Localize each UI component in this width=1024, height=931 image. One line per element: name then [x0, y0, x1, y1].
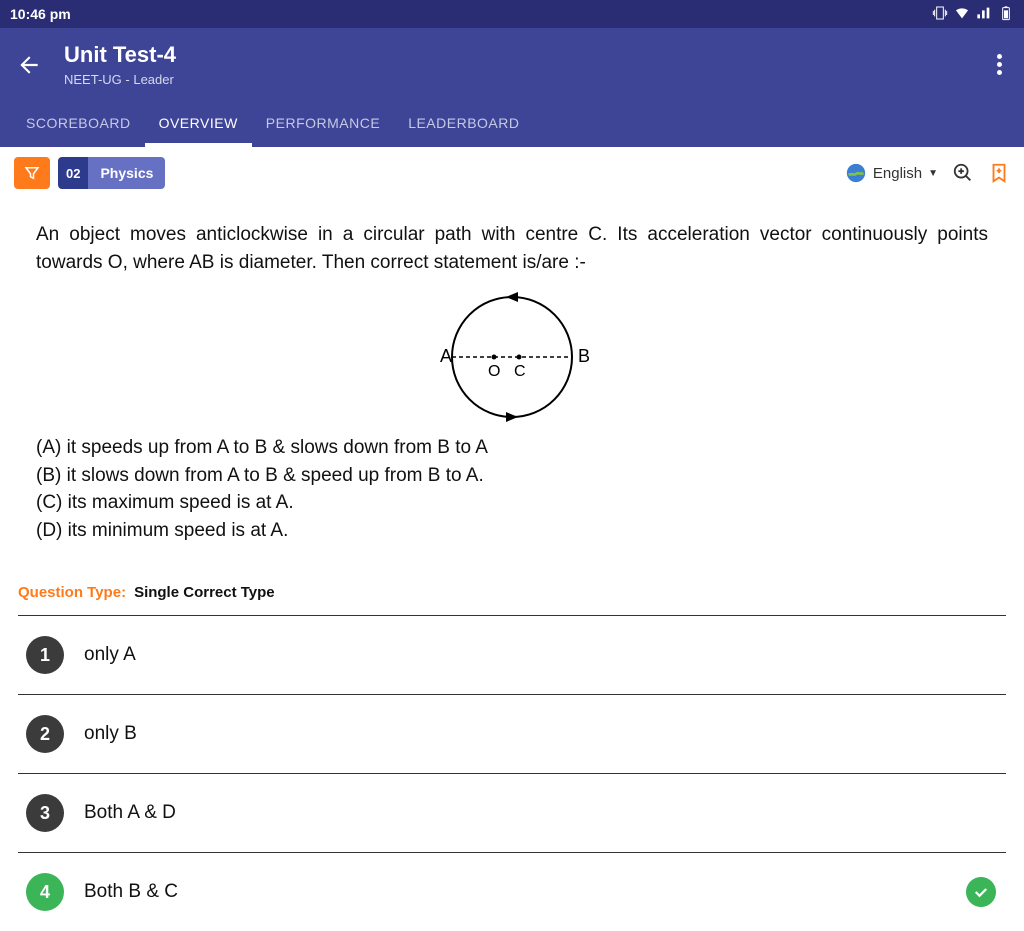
- statement-b: (B) it slows down from A to B & speed up…: [36, 462, 988, 490]
- status-icons: [932, 5, 1014, 24]
- option-4[interactable]: 4 Both B & C: [18, 852, 1006, 931]
- bookmark-button[interactable]: [988, 162, 1010, 184]
- option-text: only A: [84, 644, 136, 666]
- page-subtitle: NEET-UG - Leader: [64, 72, 176, 87]
- option-number: 4: [26, 873, 64, 911]
- options-list: 1 only A 2 only B 3 Both A & D 4 Both B …: [0, 615, 1024, 931]
- option-text: Both B & C: [84, 881, 178, 903]
- option-3[interactable]: 3 Both A & D: [18, 773, 1006, 852]
- tab-leaderboard[interactable]: LEADERBOARD: [394, 115, 533, 147]
- option-1[interactable]: 1 only A: [18, 615, 1006, 694]
- signal-icon: [976, 5, 992, 24]
- question-toolbar: 02 Physics English ▼: [0, 147, 1024, 199]
- app-bar: Unit Test-4 NEET-UG - Leader: [0, 28, 1024, 97]
- chevron-down-icon: ▼: [928, 168, 938, 179]
- question-text: An object moves anticlockwise in a circu…: [36, 221, 988, 276]
- subject-chip[interactable]: 02 Physics: [58, 157, 165, 189]
- statement-a: (A) it speeds up from A to B & slows dow…: [36, 434, 988, 462]
- question-number: 02: [58, 157, 88, 189]
- battery-icon: [998, 5, 1014, 24]
- question-type-value: Single Correct Type: [134, 584, 275, 601]
- zoom-in-button[interactable]: [952, 162, 974, 184]
- option-number: 3: [26, 794, 64, 832]
- language-label: English: [873, 165, 922, 182]
- statement-list: (A) it speeds up from A to B & slows dow…: [36, 434, 988, 544]
- option-text: Both A & D: [84, 802, 176, 824]
- back-button[interactable]: [16, 52, 42, 78]
- language-select[interactable]: English ▼: [845, 162, 938, 184]
- vibrate-icon: [932, 5, 948, 24]
- diagram-label-b: B: [578, 346, 590, 366]
- status-time: 10:46 pm: [10, 6, 71, 22]
- tab-scoreboard[interactable]: SCOREBOARD: [12, 115, 145, 147]
- question-type-row: Question Type: Single Correct Type: [18, 576, 1006, 615]
- option-number: 1: [26, 636, 64, 674]
- statement-c: (C) its maximum speed is at A.: [36, 489, 988, 517]
- diagram-label-c: C: [514, 363, 526, 380]
- option-2[interactable]: 2 only B: [18, 694, 1006, 773]
- question-card: An object moves anticlockwise in a circu…: [0, 199, 1024, 566]
- diagram-label-a: A: [440, 346, 452, 366]
- subject-label: Physics: [88, 157, 165, 189]
- question-type-label: Question Type:: [18, 584, 126, 601]
- filter-button[interactable]: [14, 157, 50, 189]
- correct-check-icon: [966, 877, 996, 907]
- wifi-icon: [954, 5, 970, 24]
- tab-bar: SCOREBOARD OVERVIEW PERFORMANCE LEADERBO…: [0, 97, 1024, 147]
- tab-performance[interactable]: PERFORMANCE: [252, 115, 394, 147]
- globe-icon: [845, 162, 867, 184]
- option-text: only B: [84, 723, 137, 745]
- question-diagram: A B O C: [36, 282, 988, 432]
- option-number: 2: [26, 715, 64, 753]
- diagram-label-o: O: [488, 363, 500, 380]
- statement-d: (D) its minimum speed is at A.: [36, 517, 988, 545]
- status-bar: 10:46 pm: [0, 0, 1024, 28]
- more-menu-button[interactable]: [991, 48, 1008, 81]
- tab-overview[interactable]: OVERVIEW: [145, 115, 252, 147]
- page-title: Unit Test-4: [64, 42, 176, 68]
